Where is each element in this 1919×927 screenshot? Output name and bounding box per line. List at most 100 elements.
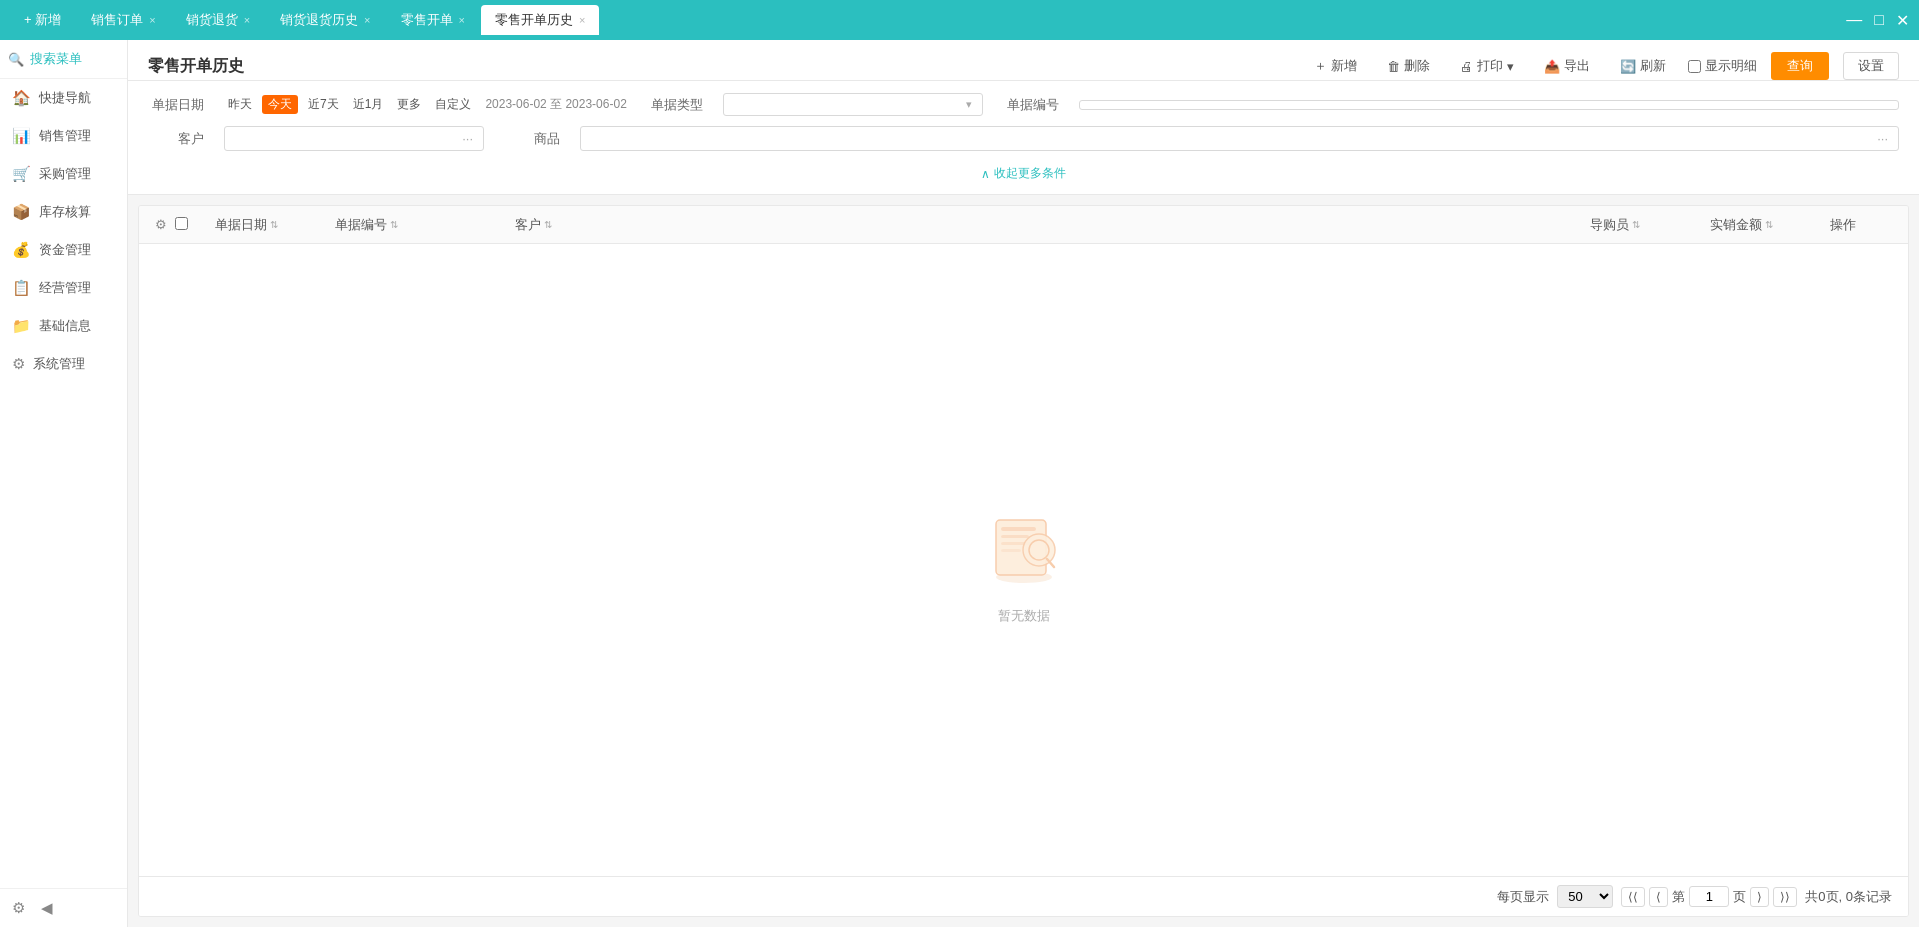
tab-sales-order-label: 销售订单	[91, 11, 143, 29]
svg-rect-3	[1001, 535, 1029, 538]
th-amount-sort-icon: ⇅	[1765, 219, 1773, 230]
sidebar-item-home[interactable]: 🏠 快捷导航	[0, 79, 127, 117]
empty-illustration	[974, 495, 1074, 595]
tab-retail-order-label: 零售开单	[401, 11, 453, 29]
inventory-icon: 📦	[12, 203, 31, 221]
sidebar-search[interactable]: 🔍 搜索菜单	[0, 40, 127, 79]
delete-button[interactable]: 🗑 删除	[1379, 53, 1438, 79]
th-date-label: 单据日期	[215, 216, 267, 234]
add-label: 新增	[1331, 57, 1357, 75]
sidebar-item-inventory[interactable]: 📦 库存核算	[0, 193, 127, 231]
delete-label: 删除	[1404, 57, 1430, 75]
shortcut-1month[interactable]: 近1月	[349, 95, 388, 114]
per-page-select[interactable]: 10 20 50 100	[1557, 885, 1613, 908]
tab-home[interactable]: + 新增	[10, 5, 75, 35]
sidebar-settings-icon[interactable]: ⚙	[12, 899, 25, 917]
th-customer-sort-icon: ⇅	[544, 219, 552, 230]
th-guide[interactable]: 导购员 ⇅	[1580, 216, 1700, 234]
pagination: 每页显示 10 20 50 100 ⟨⟨ ⟨ 第 页 ⟩ ⟩⟩ 共0页, 0条记…	[139, 876, 1908, 916]
prev-page-button[interactable]: ⟨	[1649, 887, 1668, 907]
customer-input[interactable]: ···	[224, 126, 484, 151]
maximize-button[interactable]: □	[1874, 11, 1884, 29]
sidebar-item-basic[interactable]: 📁 基础信息	[0, 307, 127, 345]
th-number-sort-icon: ⇅	[390, 219, 398, 230]
th-customer[interactable]: 客户 ⇅	[505, 216, 1580, 234]
page-number-input[interactable]	[1689, 886, 1729, 907]
doc-type-select[interactable]: ▾	[723, 93, 983, 116]
basic-icon: 📁	[12, 317, 31, 335]
select-all-checkbox[interactable]	[175, 217, 188, 230]
total-info: 共0页, 0条记录	[1805, 888, 1892, 906]
display-detail-input[interactable]	[1688, 60, 1701, 73]
goods-dots-icon: ···	[1877, 131, 1888, 146]
collapse-label: 收起更多条件	[994, 165, 1066, 182]
table-settings-icon[interactable]: ⚙	[147, 217, 175, 232]
main-content: 零售开单历史 ＋ 新增 🗑 删除 🖨 打印 ▾ 📤 导出	[128, 40, 1919, 927]
tab-sales-order[interactable]: 销售订单 ×	[77, 5, 169, 35]
home-icon: 🏠	[12, 89, 31, 107]
customer-label: 客户	[148, 130, 204, 148]
sidebar-item-purchase-label: 采购管理	[39, 165, 91, 183]
sidebar-item-business[interactable]: 📋 经营管理	[0, 269, 127, 307]
add-button[interactable]: ＋ 新增	[1306, 53, 1365, 79]
tab-return[interactable]: 销货退货 ×	[172, 5, 264, 35]
tab-return-history-label: 销货退货历史	[280, 11, 358, 29]
sidebar-search-label: 搜索菜单	[30, 50, 82, 68]
shortcut-custom[interactable]: 自定义	[431, 95, 475, 114]
sidebar-item-finance[interactable]: 💰 资金管理	[0, 231, 127, 269]
delete-icon: 🗑	[1387, 59, 1400, 74]
page-word-after: 页	[1733, 888, 1746, 906]
tab-return-history-close[interactable]: ×	[364, 14, 370, 26]
sidebar-collapse-icon[interactable]: ◀	[41, 899, 53, 917]
th-action-label: 操作	[1830, 216, 1856, 234]
tab-retail-history-close[interactable]: ×	[579, 14, 585, 26]
th-date[interactable]: 单据日期 ⇅	[205, 216, 325, 234]
shortcut-7days[interactable]: 近7天	[304, 95, 343, 114]
sidebar-bottom: ⚙ ◀	[0, 888, 127, 927]
print-button[interactable]: 🖨 打印 ▾	[1452, 53, 1522, 79]
svg-rect-5	[1001, 549, 1021, 552]
finance-icon: 💰	[12, 241, 31, 259]
sidebar-item-system[interactable]: ⚙ 系统管理	[0, 345, 127, 383]
date-label: 单据日期	[148, 96, 204, 114]
table-body: 暂无数据	[139, 244, 1908, 876]
th-guide-label: 导购员	[1590, 216, 1629, 234]
next-page-button[interactable]: ⟩	[1750, 887, 1769, 907]
sidebar-item-sales-label: 销售管理	[39, 127, 91, 145]
refresh-button[interactable]: 🔄 刷新	[1612, 53, 1674, 79]
query-button[interactable]: 查询	[1771, 52, 1829, 80]
sidebar-item-inventory-label: 库存核算	[39, 203, 91, 221]
table-select-all[interactable]	[175, 217, 205, 233]
sidebar-item-sales[interactable]: 📊 销售管理	[0, 117, 127, 155]
tab-sales-order-close[interactable]: ×	[149, 14, 155, 26]
collapse-bar[interactable]: ∧ 收起更多条件	[148, 161, 1899, 182]
th-action: 操作	[1820, 216, 1900, 234]
tab-return-close[interactable]: ×	[244, 14, 250, 26]
sidebar-item-business-label: 经营管理	[39, 279, 91, 297]
collapse-up-icon: ∧	[981, 167, 990, 181]
minimize-button[interactable]: —	[1846, 11, 1862, 29]
sales-icon: 📊	[12, 127, 31, 145]
shortcut-yesterday[interactable]: 昨天	[224, 95, 256, 114]
export-button[interactable]: 📤 导出	[1536, 53, 1598, 79]
shortcut-today[interactable]: 今天	[262, 95, 298, 114]
tab-retail-history[interactable]: 零售开单历史 ×	[481, 5, 599, 35]
th-amount[interactable]: 实销金额 ⇅	[1700, 216, 1820, 234]
shortcut-more[interactable]: 更多	[393, 95, 425, 114]
goods-input[interactable]: ···	[580, 126, 1899, 151]
tab-return-history[interactable]: 销货退货历史 ×	[266, 5, 384, 35]
tab-retail-order-close[interactable]: ×	[459, 14, 465, 26]
tab-retail-order[interactable]: 零售开单 ×	[387, 5, 479, 35]
th-number[interactable]: 单据编号 ⇅	[325, 216, 505, 234]
date-shortcuts: 昨天 今天 近7天 近1月 更多 自定义 2023-06-02 至 2023-0…	[224, 95, 627, 114]
close-button[interactable]: ✕	[1896, 11, 1909, 30]
print-label: 打印	[1477, 57, 1503, 75]
export-icon: 📤	[1544, 59, 1560, 74]
first-page-button[interactable]: ⟨⟨	[1621, 887, 1645, 907]
sidebar-item-purchase[interactable]: 🛒 采购管理	[0, 155, 127, 193]
th-date-sort-icon: ⇅	[270, 219, 278, 230]
settings-button[interactable]: 设置	[1843, 52, 1899, 80]
doc-number-input[interactable]	[1079, 100, 1899, 110]
display-detail-checkbox[interactable]: 显示明细	[1688, 57, 1757, 75]
last-page-button[interactable]: ⟩⟩	[1773, 887, 1797, 907]
